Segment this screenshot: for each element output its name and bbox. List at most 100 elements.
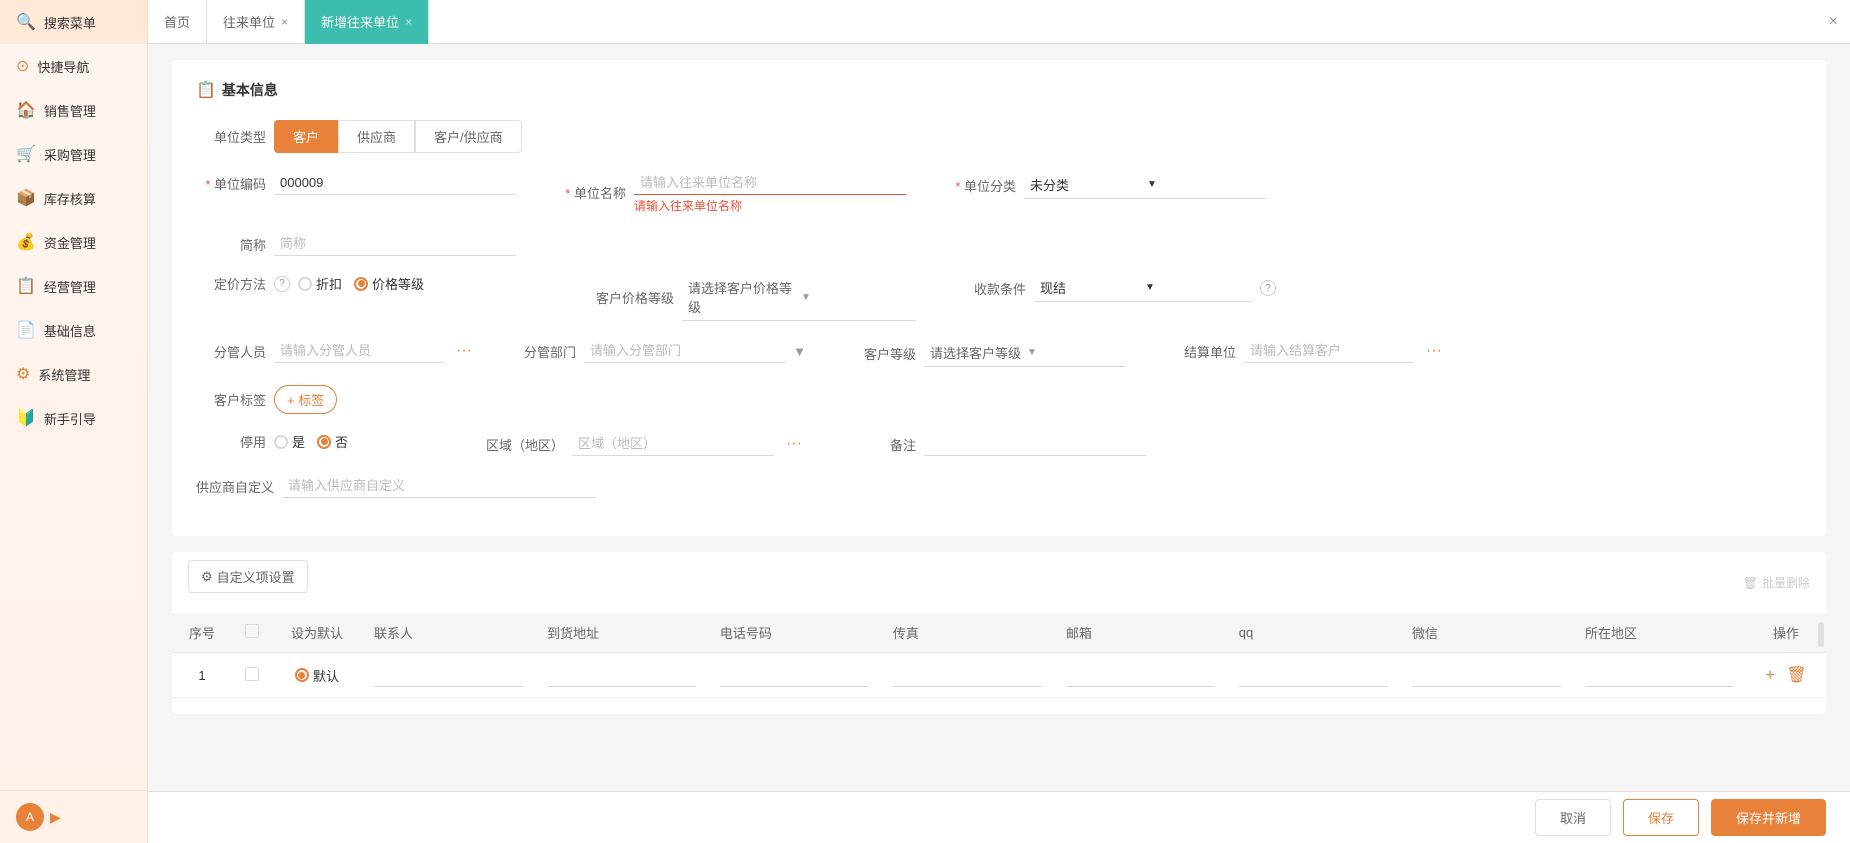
shortname-row: 简称 — [196, 232, 1802, 256]
supplier-custom-row: 供应商自定义 — [196, 474, 1802, 498]
payment-terms-help-icon[interactable]: ? — [1260, 280, 1276, 296]
unit-name-input[interactable] — [634, 171, 906, 195]
supplier-custom-label: 供应商自定义 — [196, 477, 274, 496]
tab-bar: 首页 往来单位 × 新增往来单位 × × — [148, 0, 1850, 44]
region-field: 区域（地区） ··· — [486, 432, 806, 456]
row-add-button[interactable]: + — [1761, 667, 1778, 685]
close-all-tabs[interactable]: × — [1829, 13, 1838, 31]
row-region-input[interactable] — [1585, 663, 1734, 687]
unit-type-label: 单位类型 — [196, 127, 266, 146]
tab-new-partner[interactable]: 新增往来单位 × — [305, 0, 429, 44]
scrollbar[interactable] — [1818, 622, 1824, 648]
row-qq[interactable] — [1227, 653, 1400, 698]
short-name-label: 简称 — [196, 235, 266, 254]
sidebar-item-guide[interactable]: 🔰 新手引导 — [0, 396, 147, 440]
payment-terms-select[interactable]: 现结 ▼ — [1034, 274, 1252, 302]
unit-type-field: 单位类型 客户 供应商 客户/供应商 — [196, 120, 696, 153]
unit-code-input[interactable] — [274, 171, 516, 195]
batch-delete-button[interactable]: 🗑 批量删除 — [1743, 560, 1810, 605]
customer-level-arrow: ▼ — [1027, 347, 1120, 358]
sidebar-item-label: 资金管理 — [44, 233, 96, 252]
content-area: 📋 基本信息 单位类型 客户 供应商 客户/供应商 单位编码 — [148, 44, 1850, 791]
disabled-yes-circle — [274, 435, 288, 449]
tab-partner-close[interactable]: × — [281, 15, 288, 29]
row-address-input[interactable] — [547, 663, 696, 687]
unit-code-field: 单位编码 — [196, 171, 516, 195]
row-email[interactable] — [1054, 653, 1227, 698]
footer-bar: 取消 保存 保存并新增 — [148, 791, 1850, 843]
tab-new-partner-close[interactable]: × — [405, 15, 412, 29]
sidebar-item-basic-info[interactable]: 📄 基础信息 — [0, 308, 147, 352]
sidebar-item-search[interactable]: 🔍 搜索菜单 — [0, 0, 147, 44]
row-email-input[interactable] — [1066, 663, 1215, 687]
supplier-custom-input[interactable] — [282, 474, 596, 498]
select-all-checkbox[interactable] — [245, 624, 259, 638]
col-header-default: 设为默认 — [272, 613, 362, 653]
short-name-input[interactable] — [274, 232, 516, 256]
settlement-unit-input[interactable] — [1244, 339, 1414, 363]
save-button[interactable]: 保存 — [1623, 799, 1699, 836]
row-qq-input[interactable] — [1239, 663, 1388, 687]
unit-category-field: 单位分类 未分类 ▼ — [946, 171, 1266, 199]
row-fax[interactable] — [881, 653, 1054, 698]
sidebar-item-inventory[interactable]: 📦 库存核算 — [0, 176, 147, 220]
sidebar-item-sales[interactable]: 🏠 销售管理 — [0, 88, 147, 132]
row-fax-input[interactable] — [893, 663, 1042, 687]
short-name-field: 简称 — [196, 232, 516, 256]
add-tag-button[interactable]: + 标签 — [274, 385, 337, 414]
row-delete-button[interactable]: 🗑 — [1782, 665, 1810, 685]
guide-icon: 🔰 — [16, 408, 36, 428]
unit-category-select[interactable]: 未分类 ▼ — [1024, 171, 1266, 199]
clipboard-icon: 📋 — [16, 276, 36, 296]
manager-input[interactable] — [274, 339, 444, 363]
section-title-text: 基本信息 — [222, 80, 278, 100]
region-input[interactable] — [572, 432, 774, 456]
settlement-unit-field: 结算单位 ··· — [1166, 339, 1446, 363]
remark-input[interactable] — [924, 432, 1146, 456]
disabled-radio-yes[interactable]: 是 — [274, 432, 305, 451]
pricing-radio-level[interactable]: 价格等级 — [354, 274, 424, 293]
type-btn-supplier[interactable]: 供应商 — [338, 120, 415, 153]
row-address[interactable] — [535, 653, 708, 698]
tab-partner[interactable]: 往来单位 × — [207, 0, 305, 44]
customer-price-select[interactable]: 请选择客户价格等级 ▼ — [682, 274, 916, 321]
save-new-button[interactable]: 保存并新增 — [1711, 799, 1826, 836]
supplier-custom-field: 供应商自定义 — [196, 474, 596, 498]
sidebar-item-system[interactable]: ⚙ 系统管理 — [0, 352, 147, 396]
manager-dots[interactable]: ··· — [452, 342, 476, 360]
cancel-button[interactable]: 取消 — [1535, 799, 1611, 836]
row-check — [232, 653, 272, 698]
type-btn-both[interactable]: 客户/供应商 — [415, 120, 522, 153]
sidebar-expand-icon[interactable]: ▶ — [50, 809, 61, 826]
col-header-region: 所在地区 — [1573, 613, 1746, 653]
customer-level-select[interactable]: 请选择客户等级 ▼ — [924, 339, 1126, 367]
sidebar-item-quicknav[interactable]: ⊙ 快捷导航 — [0, 44, 147, 88]
row-default: 默认 — [272, 653, 362, 698]
pricing-radio-discount[interactable]: 折扣 — [298, 274, 342, 293]
tab-home[interactable]: 首页 — [148, 0, 207, 44]
manager-field: 分管人员 ··· — [196, 339, 476, 363]
type-btn-customer[interactable]: 客户 — [274, 120, 338, 153]
department-input[interactable] — [584, 339, 785, 363]
row-region[interactable] — [1573, 653, 1746, 698]
settlement-unit-dots[interactable]: ··· — [1422, 342, 1446, 360]
row-contact-input[interactable] — [374, 663, 523, 687]
row-phone-input[interactable] — [720, 663, 869, 687]
custom-settings-button[interactable]: ⚙ 自定义项设置 — [188, 560, 308, 593]
remark-label: 备注 — [846, 435, 916, 454]
sidebar-item-finance[interactable]: 💰 资金管理 — [0, 220, 147, 264]
pricing-help-icon[interactable]: ? — [274, 276, 290, 292]
row-checkbox[interactable] — [245, 667, 259, 681]
row-wechat[interactable] — [1400, 653, 1573, 698]
row-wechat-input[interactable] — [1412, 663, 1561, 687]
sidebar-item-purchase[interactable]: 🛒 采购管理 — [0, 132, 147, 176]
row-phone[interactable] — [708, 653, 881, 698]
row-contact[interactable] — [362, 653, 535, 698]
sidebar-item-operations[interactable]: 📋 经营管理 — [0, 264, 147, 308]
main-area: 首页 往来单位 × 新增往来单位 × × 📋 基本信息 单位类型 客户 — [148, 0, 1850, 843]
manager-label: 分管人员 — [196, 342, 266, 361]
region-dots[interactable]: ··· — [782, 435, 806, 453]
row-default-radio[interactable]: 默认 — [284, 666, 350, 685]
remark-field: 备注 — [846, 432, 1146, 456]
disabled-radio-no[interactable]: 否 — [317, 432, 348, 451]
